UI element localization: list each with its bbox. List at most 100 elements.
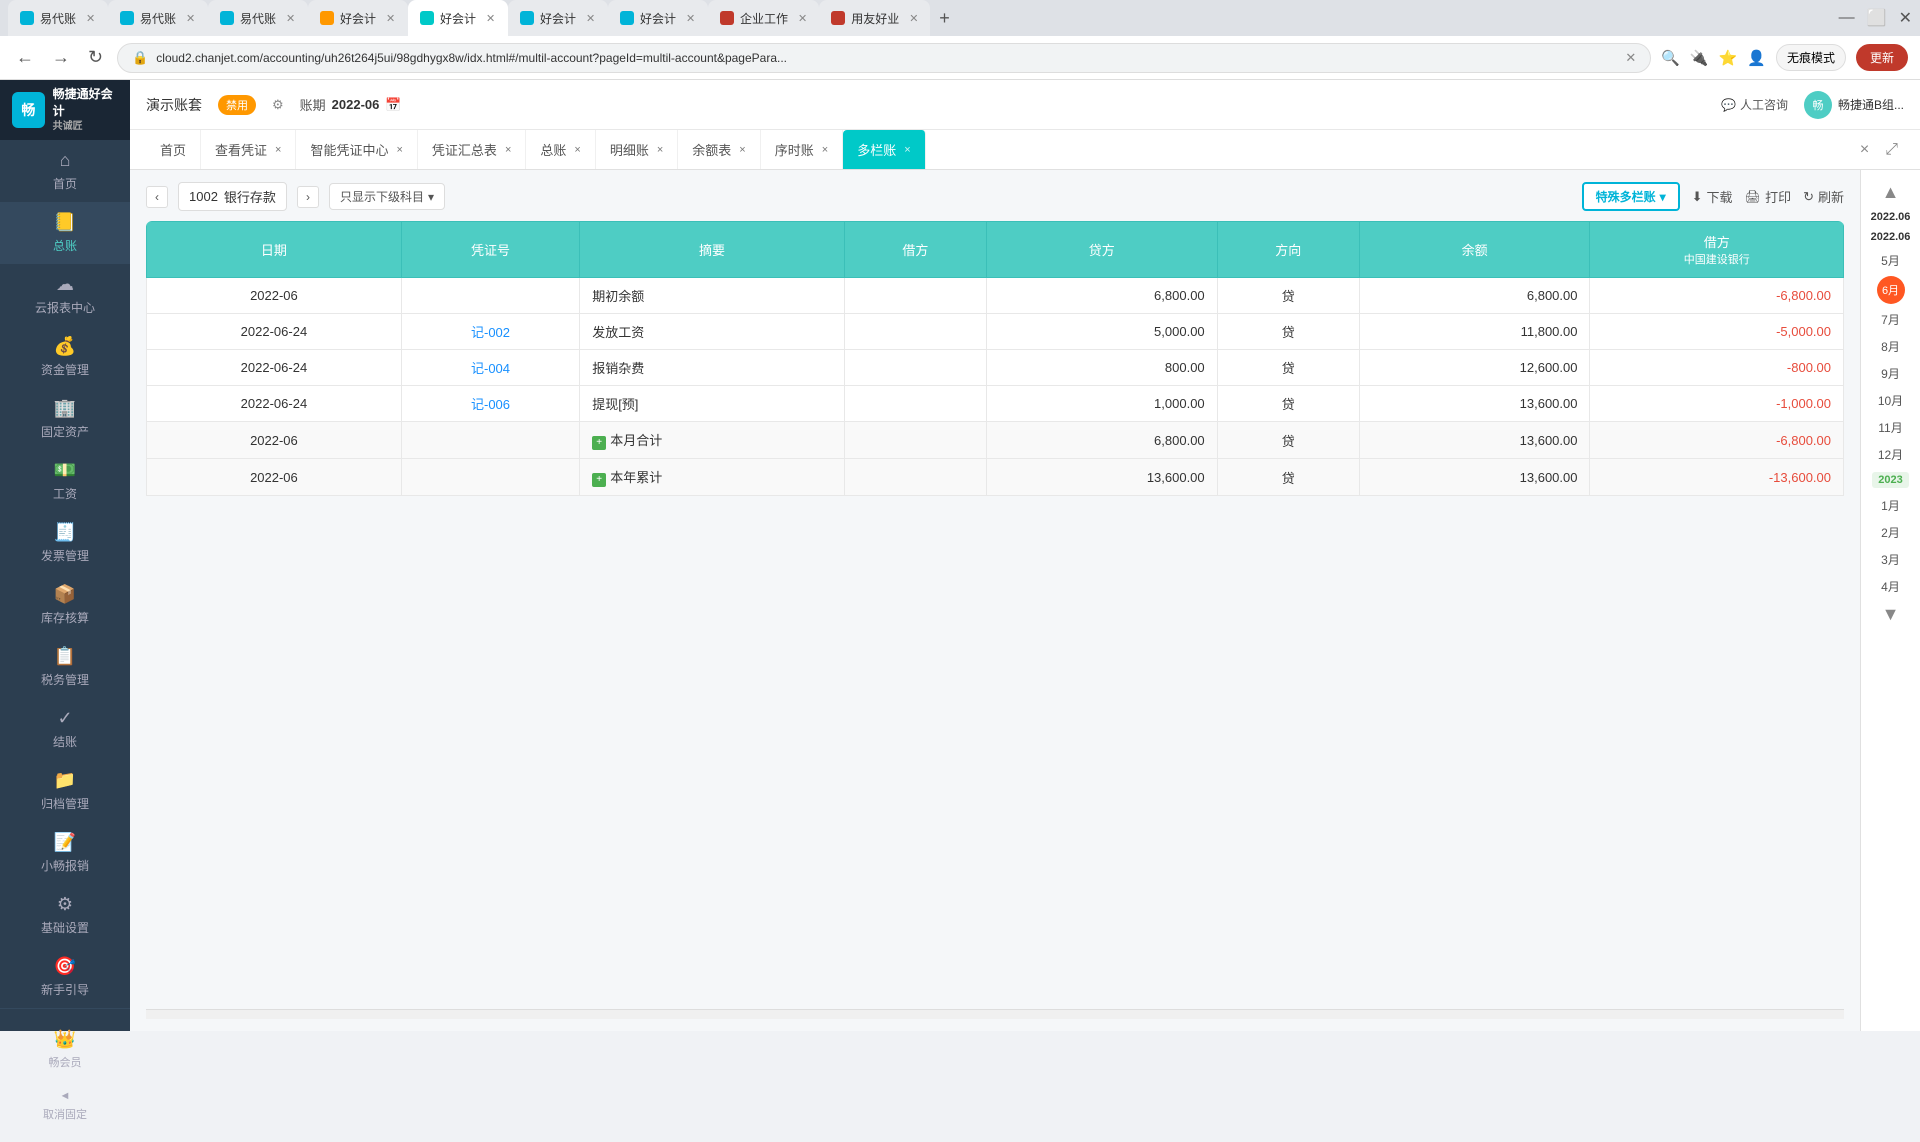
tab-close-smart[interactable]: × bbox=[396, 144, 402, 156]
tab-close-1[interactable]: ✕ bbox=[86, 12, 95, 25]
browser-tab-1[interactable]: 易代账 ✕ bbox=[8, 0, 108, 36]
sidebar-item-inventory[interactable]: 📦 库存核算 bbox=[0, 574, 130, 636]
filter-button[interactable]: 只显示下级科目 ▾ bbox=[329, 183, 445, 210]
bookmark-icon[interactable]: ⭐ bbox=[1719, 49, 1738, 67]
cell-date: 2022-06 bbox=[147, 278, 402, 314]
wuhen-mode-button[interactable]: 无痕模式 bbox=[1776, 44, 1846, 71]
month-item-2[interactable]: 2月 bbox=[1861, 519, 1920, 546]
sidebar-item-guide[interactable]: 🎯 新手引导 bbox=[0, 946, 130, 1008]
expand-panel-button[interactable]: ⤢ bbox=[1879, 139, 1904, 161]
sidebar-item-tax[interactable]: 📋 税务管理 bbox=[0, 636, 130, 698]
page-tab-general-ledger[interactable]: 总账 × bbox=[526, 130, 595, 170]
page-tab-sequence[interactable]: 序时账 × bbox=[761, 130, 843, 170]
back-button[interactable]: ← bbox=[12, 43, 38, 72]
browser-tab-2[interactable]: 易代账 ✕ bbox=[108, 0, 208, 36]
forward-button[interactable]: → bbox=[48, 43, 74, 72]
next-account-button[interactable]: › bbox=[297, 186, 319, 208]
minimize-button[interactable]: — bbox=[1839, 9, 1855, 27]
month-item-4[interactable]: 4月 bbox=[1861, 573, 1920, 600]
scroll-up-button[interactable]: ▲ bbox=[1878, 178, 1904, 207]
sidebar-item-member[interactable]: 👑 畅会员 bbox=[0, 1019, 130, 1080]
funds-icon: 💰 bbox=[54, 336, 76, 357]
tab-close-detail[interactable]: × bbox=[657, 144, 663, 156]
tab-close-sequence[interactable]: × bbox=[822, 144, 828, 156]
page-tab-multi-col[interactable]: 多栏账 × bbox=[843, 130, 925, 170]
sidebar-item-payroll[interactable]: 💵 工资 bbox=[0, 450, 130, 512]
sidebar-item-invoice[interactable]: 🧾 发票管理 bbox=[0, 512, 130, 574]
close-panel-button[interactable]: × bbox=[1854, 139, 1875, 161]
sidebar-item-expense[interactable]: 📝 小畅报销 bbox=[0, 822, 130, 884]
download-button[interactable]: ⬇ 下载 bbox=[1692, 187, 1733, 206]
search-icon[interactable]: 🔍 bbox=[1661, 49, 1680, 67]
consult-button[interactable]: 💬 人工咨询 bbox=[1721, 96, 1788, 113]
page-tab-detail-ledger[interactable]: 明细账 × bbox=[596, 130, 678, 170]
page-tab-vouchers[interactable]: 查看凭证 × bbox=[201, 130, 296, 170]
prev-account-button[interactable]: ‹ bbox=[146, 186, 168, 208]
month-item-10[interactable]: 10月 bbox=[1861, 387, 1920, 414]
month-item-3[interactable]: 3月 bbox=[1861, 546, 1920, 573]
browser-tab-7[interactable]: 好会计 ✕ bbox=[608, 0, 708, 36]
update-button[interactable]: 更新 bbox=[1856, 44, 1908, 71]
sidebar-item-archive[interactable]: 📁 归档管理 bbox=[0, 760, 130, 822]
calendar-icon[interactable]: 📅 bbox=[385, 97, 401, 113]
tab-close-general[interactable]: × bbox=[574, 144, 580, 156]
scroll-down-button[interactable]: ▼ bbox=[1878, 600, 1904, 629]
page-tab-balance[interactable]: 余额表 × bbox=[678, 130, 760, 170]
sidebar-item-reports[interactable]: ☁ 云报表中心 bbox=[0, 264, 130, 326]
page-tab-voucher-summary[interactable]: 凭证汇总表 × bbox=[418, 130, 526, 170]
tab-close-8[interactable]: ✕ bbox=[798, 12, 807, 25]
page-tab-home[interactable]: 首页 bbox=[146, 130, 201, 170]
sidebar-item-home[interactable]: ⌂ 首页 bbox=[0, 140, 130, 202]
profile-icon[interactable]: 👤 bbox=[1747, 49, 1766, 67]
tab-close-4[interactable]: ✕ bbox=[386, 12, 395, 25]
reload-button[interactable]: ↻ bbox=[84, 43, 107, 72]
tab-close-6[interactable]: ✕ bbox=[586, 12, 595, 25]
browser-tab-5[interactable]: 好会计 ✕ bbox=[408, 0, 508, 36]
browser-tab-3[interactable]: 易代账 ✕ bbox=[208, 0, 308, 36]
horizontal-scrollbar[interactable] bbox=[146, 1009, 1844, 1019]
settings-gear-icon[interactable]: ⚙ bbox=[272, 97, 284, 113]
tab-close-9[interactable]: ✕ bbox=[909, 12, 918, 25]
month-item-12[interactable]: 12月 bbox=[1861, 441, 1920, 468]
refresh-button[interactable]: ↻ 刷新 bbox=[1803, 187, 1844, 206]
tab-close-summary[interactable]: × bbox=[505, 144, 511, 156]
tab-close-balance[interactable]: × bbox=[739, 144, 745, 156]
account-selector[interactable]: 1002 银行存款 bbox=[178, 182, 287, 211]
url-input[interactable]: 🔒 cloud2.chanjet.com/accounting/uh26t264… bbox=[117, 43, 1651, 73]
cell-voucher[interactable]: 记-006 bbox=[401, 386, 579, 422]
sidebar-item-ledger[interactable]: 📒 总账 bbox=[0, 202, 130, 264]
cell-voucher[interactable]: 记-004 bbox=[401, 350, 579, 386]
month-item-5[interactable]: 5月 bbox=[1861, 247, 1920, 274]
tab-close-2[interactable]: ✕ bbox=[186, 12, 195, 25]
tab-close-multicol[interactable]: × bbox=[904, 144, 910, 156]
browser-tab-8[interactable]: 企业工作 ✕ bbox=[708, 0, 819, 36]
maximize-button[interactable]: ⬜ bbox=[1867, 8, 1887, 28]
browser-tab-4[interactable]: 好会计 ✕ bbox=[308, 0, 408, 36]
page-tab-smart-vouchers[interactable]: 智能凭证中心 × bbox=[296, 130, 417, 170]
month-item-1[interactable]: 1月 bbox=[1861, 492, 1920, 519]
close-window-button[interactable]: ✕ bbox=[1899, 8, 1912, 28]
tab-close-7[interactable]: ✕ bbox=[686, 12, 695, 25]
multi-col-button[interactable]: 特殊多栏账 ▾ bbox=[1582, 182, 1680, 211]
browser-tab-9[interactable]: 用友好业 ✕ bbox=[819, 0, 930, 36]
user-avatar[interactable]: 畅 bbox=[1804, 91, 1832, 119]
tab-close-vouchers[interactable]: × bbox=[275, 144, 281, 156]
month-item-6[interactable]: 6月 bbox=[1877, 276, 1905, 304]
month-item-8[interactable]: 8月 bbox=[1861, 333, 1920, 360]
cell-voucher[interactable]: 记-002 bbox=[401, 314, 579, 350]
sidebar-item-assets[interactable]: 🏢 固定资产 bbox=[0, 388, 130, 450]
demo-badge[interactable]: 禁用 bbox=[218, 95, 256, 115]
print-button[interactable]: 🖨 打印 bbox=[1745, 187, 1792, 206]
sidebar-item-funds[interactable]: 💰 资金管理 bbox=[0, 326, 130, 388]
sidebar-unpin-button[interactable]: ◄ 取消固定 bbox=[0, 1080, 130, 1132]
tab-close-5[interactable]: ✕ bbox=[486, 12, 495, 25]
tab-close-3[interactable]: ✕ bbox=[286, 12, 295, 25]
sidebar-item-settings[interactable]: ⚙ 基础设置 bbox=[0, 884, 130, 946]
browser-tab-6[interactable]: 好会计 ✕ bbox=[508, 0, 608, 36]
new-tab-button[interactable]: + bbox=[930, 4, 958, 32]
extension-icon[interactable]: 🔌 bbox=[1690, 49, 1709, 67]
sidebar-item-close[interactable]: ✓ 结账 bbox=[0, 698, 130, 760]
month-item-11[interactable]: 11月 bbox=[1861, 414, 1920, 441]
month-item-7[interactable]: 7月 bbox=[1861, 306, 1920, 333]
month-item-9[interactable]: 9月 bbox=[1861, 360, 1920, 387]
